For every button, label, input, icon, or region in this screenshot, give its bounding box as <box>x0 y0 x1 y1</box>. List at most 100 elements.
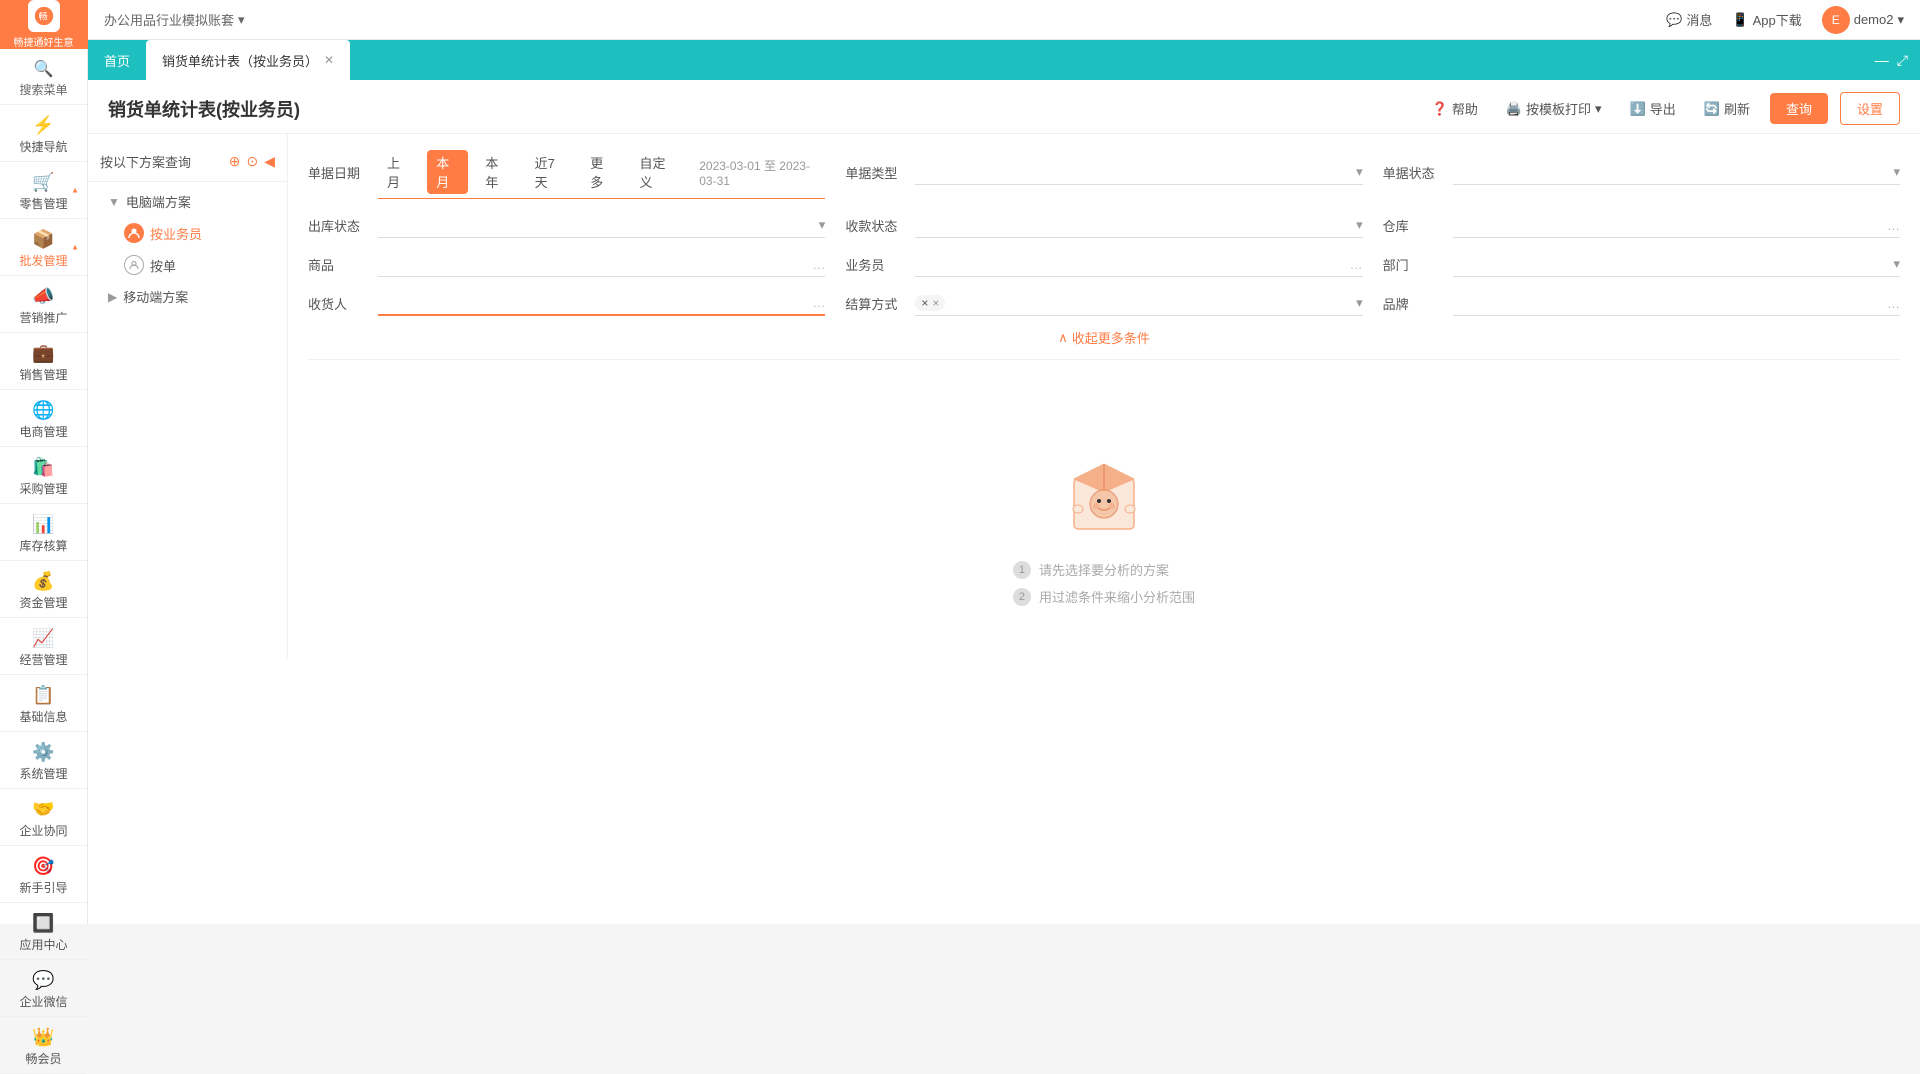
tab-close-icon[interactable]: ✕ <box>324 53 334 67</box>
sidebar-item-quick-nav[interactable]: ⚡ 快捷导航 <box>0 105 87 162</box>
export-button[interactable]: ⬇️ 导出 <box>1622 95 1684 122</box>
date-btn-this-month[interactable]: 本月 <box>427 150 468 194</box>
user-area[interactable]: E demo2 ▾ <box>1822 6 1904 34</box>
filter-date-group: 单据日期 上月 本月 本年 近7天 更多 自定义 2023-03-01 至 20… <box>308 146 825 199</box>
date-btn-custom[interactable]: 自定义 <box>630 150 683 194</box>
content-divider <box>308 359 1900 360</box>
salesperson-control[interactable]: … <box>915 253 1362 277</box>
content-inner: 销货单统计表(按业务员) ❓ 帮助 🖨️ 按模板打印 ▾ ⬇️ 导出 <box>88 80 1920 924</box>
refresh-button[interactable]: 🔄 刷新 <box>1696 95 1758 122</box>
message-label: 消息 <box>1686 10 1712 29</box>
date-btn-7days[interactable]: 近7天 <box>526 150 574 194</box>
tab-minimize-button[interactable]: — <box>1875 52 1889 68</box>
settlement-arrow-icon: ▾ <box>1356 295 1363 311</box>
sidebar-item-finance[interactable]: 💰 资金管理 <box>0 561 87 618</box>
sidebar-logo[interactable]: 畅 畅捷通好生意 <box>0 0 88 49</box>
sidebar-item-wechat[interactable]: 💬 企业微信 <box>0 960 87 1017</box>
out-status-select[interactable]: ▾ <box>378 213 825 238</box>
tree-item-label: 电脑端方案 <box>126 192 191 211</box>
filter-doc-type-group: 单据类型 ▾ <box>845 160 1362 185</box>
date-btn-this-year[interactable]: 本年 <box>476 150 517 194</box>
goods-dots-icon[interactable]: … <box>812 257 825 272</box>
tree-sub-item-by-salesperson[interactable]: 按业务员 <box>88 217 287 249</box>
sidebar-nav-label: 基础信息 <box>19 708 67 725</box>
date-btn-more[interactable]: 更多 <box>581 150 622 194</box>
dept-select[interactable]: ▾ <box>1453 252 1900 277</box>
warehouse-dots-icon[interactable]: … <box>1887 218 1900 233</box>
page-header: 销货单统计表(按业务员) ❓ 帮助 🖨️ 按模板打印 ▾ ⬇️ 导出 <box>88 80 1920 134</box>
tree-item-desktop[interactable]: ▼ 电脑端方案 <box>88 186 287 217</box>
collapse-icon: ∧ <box>1058 330 1068 346</box>
avatar-text: E <box>1832 13 1840 27</box>
sidebar-item-retail[interactable]: 🛒 零售管理 <box>0 162 87 219</box>
brand-control[interactable]: … <box>1453 292 1900 316</box>
sidebar-item-inventory[interactable]: 📊 库存核算 <box>0 504 87 561</box>
query-button[interactable]: 查询 <box>1770 93 1828 124</box>
tree-collapse-icon: ▶ <box>108 290 117 304</box>
sidebar-item-operation[interactable]: 📈 经营管理 <box>0 618 87 675</box>
sidebar-item-apps[interactable]: 🔲 应用中心 <box>0 903 87 960</box>
tip-num-2: 2 <box>1013 588 1031 606</box>
filter-brand-group: 品牌 … <box>1383 292 1900 316</box>
goods-label: 商品 <box>308 255 378 274</box>
app-download-button[interactable]: 📱 App下载 <box>1732 10 1801 29</box>
topbar-right: 💬 消息 📱 App下载 E demo2 ▾ <box>1666 6 1904 34</box>
filter-row-2: 出库状态 ▾ 收款状态 ▾ <box>308 213 1900 238</box>
svg-text:畅: 畅 <box>38 11 47 22</box>
collapse-button[interactable]: ∧ 收起更多条件 <box>1058 328 1150 347</box>
date-btn-last-month[interactable]: 上月 <box>378 150 419 194</box>
empty-state: 1 请先选择要分析的方案 2 用过滤条件来缩小分析范围 <box>308 364 1900 646</box>
sidebar-item-system[interactable]: ⚙️ 系统管理 <box>0 732 87 789</box>
settlement-select[interactable]: × × ▾ <box>915 291 1362 316</box>
app-download-label: App下载 <box>1753 10 1802 29</box>
doc-status-select[interactable]: ▾ <box>1453 160 1900 185</box>
tab-sales-summary[interactable]: 销货单统计表（按业务员） ✕ <box>146 40 350 80</box>
sidebar-item-enterprise[interactable]: 🤝 企业协同 <box>0 789 87 846</box>
add-plan-icon[interactable]: ⊕ <box>229 153 241 170</box>
empty-tips: 1 请先选择要分析的方案 2 用过滤条件来缩小分析范围 <box>1013 560 1195 606</box>
doc-type-label: 单据类型 <box>845 163 915 182</box>
help-icon: ❓ <box>1432 101 1448 117</box>
page-content: 销货单统计表(按业务员) ❓ 帮助 🖨️ 按模板打印 ▾ ⬇️ 导出 <box>88 80 1920 924</box>
settings-plan-icon[interactable]: ⊙ <box>246 153 258 170</box>
filter-goods-group: 商品 … <box>308 253 825 277</box>
sidebar-item-newbie[interactable]: 🎯 新手引导 <box>0 846 87 903</box>
filter-doc-status-group: 单据状态 ▾ <box>1383 160 1900 185</box>
sidebar-item-marketing[interactable]: 📣 营销推广 <box>0 276 87 333</box>
sidebar-item-search[interactable]: 🔍 搜索菜单 <box>0 49 87 105</box>
tree-item-mobile[interactable]: ▶ 移动端方案 <box>88 281 287 312</box>
tab-home[interactable]: 首页 <box>88 40 146 80</box>
receiver-control[interactable]: … <box>378 291 825 316</box>
tree-item-mobile-label: 移动端方案 <box>123 287 188 306</box>
sidebar-nav-label: 库存核算 <box>19 537 67 554</box>
sidebar-item-wholesale[interactable]: 📦 批发管理 <box>0 219 87 276</box>
tab-maximize-button[interactable]: ⤢ <box>1897 52 1908 69</box>
settings-button[interactable]: 设置 <box>1840 92 1900 125</box>
settlement-tag-close-icon[interactable]: × <box>932 296 939 310</box>
tree-sub-item-by-doc[interactable]: 按单 <box>88 249 287 281</box>
sidebar-item-ecommerce[interactable]: 🌐 电商管理 <box>0 390 87 447</box>
print-icon: 🖨️ <box>1506 101 1522 117</box>
collapse-panel-icon[interactable]: ◀ <box>264 153 275 170</box>
doc-type-select[interactable]: ▾ <box>915 160 1362 185</box>
payment-status-select[interactable]: ▾ <box>915 213 1362 238</box>
doc-type-arrow-icon: ▾ <box>1356 164 1363 180</box>
sidebar-item-purchase[interactable]: 🛍️ 采购管理 <box>0 447 87 504</box>
print-button[interactable]: 🖨️ 按模板打印 ▾ <box>1498 95 1610 122</box>
payment-status-arrow-icon: ▾ <box>1356 217 1363 233</box>
sidebar-item-sales[interactable]: 💼 销售管理 <box>0 333 87 390</box>
sidebar-nav-label: 畅会员 <box>25 1050 61 1067</box>
receiver-dots-icon[interactable]: … <box>812 295 825 310</box>
sales-icon: 💼 <box>32 343 54 364</box>
tabbar-controls: — ⤢ <box>1875 52 1920 69</box>
sidebar-nav-label: 批发管理 <box>19 252 67 269</box>
sidebar-item-basic[interactable]: 📋 基础信息 <box>0 675 87 732</box>
help-button[interactable]: ❓ 帮助 <box>1424 95 1486 122</box>
salesperson-dots-icon[interactable]: … <box>1350 257 1363 272</box>
goods-control[interactable]: … <box>378 253 825 277</box>
brand-dots-icon[interactable]: … <box>1887 296 1900 311</box>
sidebar-item-member[interactable]: 👑 畅会员 <box>0 1017 87 1074</box>
enterprise-icon: 🤝 <box>32 799 54 820</box>
message-button[interactable]: 💬 消息 <box>1666 10 1712 29</box>
warehouse-control[interactable]: … <box>1453 214 1900 238</box>
